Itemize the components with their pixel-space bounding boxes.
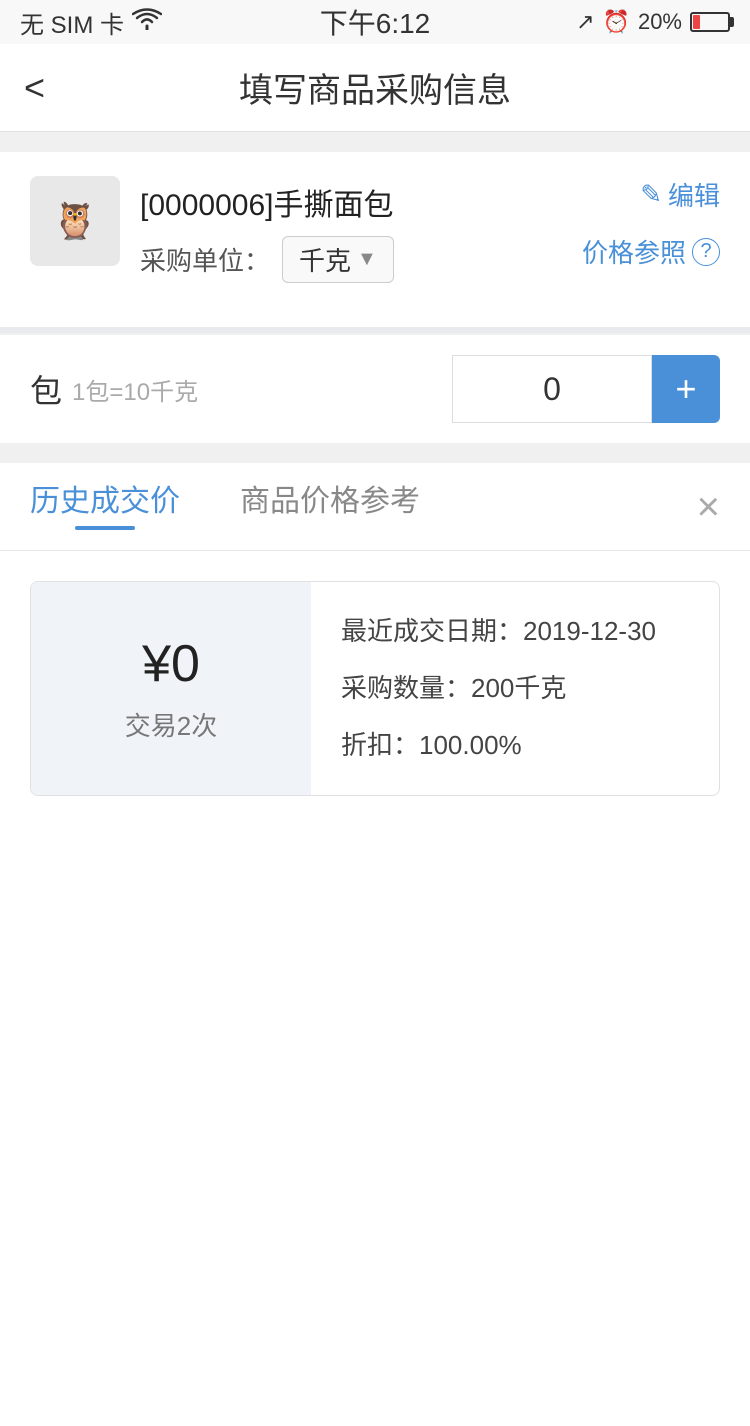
quantity-plus-button[interactable]: + bbox=[652, 355, 720, 423]
edit-icon: ✎ bbox=[640, 179, 662, 210]
nav-bar: < 填写商品采购信息 bbox=[0, 44, 750, 132]
product-name: [0000006]手撕面包 bbox=[140, 180, 394, 224]
product-header: 🦉 [0000006]手撕面包 采购单位： 千克 ▼ ✎ 编辑 bbox=[30, 176, 720, 283]
page-title: 填写商品采购信息 bbox=[239, 63, 511, 112]
back-button[interactable]: < bbox=[24, 67, 45, 109]
status-left: 无 SIM 卡 bbox=[20, 5, 162, 40]
product-thumbnail: 🦉 bbox=[30, 176, 120, 266]
product-info: [0000006]手撕面包 采购单位： 千克 ▼ bbox=[140, 176, 394, 283]
unit-chevron-icon: ▼ bbox=[357, 248, 377, 271]
quantity-input[interactable]: 0 bbox=[452, 355, 652, 423]
unit-label: 采购单位： bbox=[140, 241, 270, 278]
bottom-panel: 历史成交价 商品价格参考 × ¥0 交易2次 最近成交日期：2019-12-30… bbox=[0, 463, 750, 1426]
tab-underline bbox=[75, 526, 135, 530]
section-divider bbox=[0, 327, 750, 333]
price-ref-button[interactable]: 价格参照 ? bbox=[582, 233, 720, 270]
wifi-icon bbox=[132, 8, 162, 37]
tab-history-price[interactable]: 历史成交价 bbox=[30, 476, 180, 538]
history-discount-row: 折扣：100.00% bbox=[341, 726, 689, 765]
tab-items: 历史成交价 商品价格参考 bbox=[30, 476, 420, 538]
status-bar: 无 SIM 卡 下午6:12 ↗ ⏰ 20% bbox=[0, 0, 750, 44]
carrier-text: 无 SIM 卡 bbox=[20, 5, 124, 40]
alarm-icon: ⏰ bbox=[603, 9, 630, 35]
main-content-area bbox=[0, 826, 750, 1426]
help-icon: ? bbox=[692, 238, 720, 266]
edit-button[interactable]: ✎ 编辑 bbox=[640, 176, 720, 213]
battery-icon bbox=[690, 12, 730, 32]
quantity-controls: 0 + bbox=[452, 355, 720, 423]
unit-value: 千克 bbox=[299, 241, 351, 278]
history-date-row: 最近成交日期：2019-12-30 bbox=[341, 612, 689, 651]
history-card: ¥0 交易2次 最近成交日期：2019-12-30 采购数量：200千克 折扣：… bbox=[30, 581, 720, 796]
history-price: ¥0 bbox=[142, 634, 200, 694]
product-actions: ✎ 编辑 价格参照 ? bbox=[582, 176, 720, 270]
product-left: 🦉 [0000006]手撕面包 采购单位： 千克 ▼ bbox=[30, 176, 394, 283]
tab-price-ref[interactable]: 商品价格参考 bbox=[240, 476, 420, 538]
quantity-label: 包 1包=10千克 bbox=[30, 366, 198, 412]
location-icon: ↗ bbox=[576, 9, 594, 35]
quantity-unit-label: 包 bbox=[30, 366, 62, 412]
close-button[interactable]: × bbox=[697, 487, 720, 527]
tab-row: 历史成交价 商品价格参考 × bbox=[0, 463, 750, 551]
status-right: ↗ ⏰ 20% bbox=[576, 9, 730, 35]
quantity-unit-hint: 1包=10千克 bbox=[72, 372, 198, 407]
product-logo-icon: 🦉 bbox=[53, 200, 98, 242]
product-unit-row: 采购单位： 千克 ▼ bbox=[140, 236, 394, 283]
history-quantity-row: 采购数量：200千克 bbox=[341, 669, 689, 708]
unit-select[interactable]: 千克 ▼ bbox=[282, 236, 394, 283]
status-time: 下午6:12 bbox=[320, 2, 431, 42]
history-trade-count: 交易2次 bbox=[125, 706, 217, 743]
history-details-section: 最近成交日期：2019-12-30 采购数量：200千克 折扣：100.00% bbox=[311, 582, 719, 795]
history-price-section: ¥0 交易2次 bbox=[31, 582, 311, 795]
quantity-section: 包 1包=10千克 0 + bbox=[0, 335, 750, 443]
battery-percent: 20% bbox=[638, 9, 682, 35]
product-card: 🦉 [0000006]手撕面包 采购单位： 千克 ▼ ✎ 编辑 bbox=[0, 152, 750, 327]
